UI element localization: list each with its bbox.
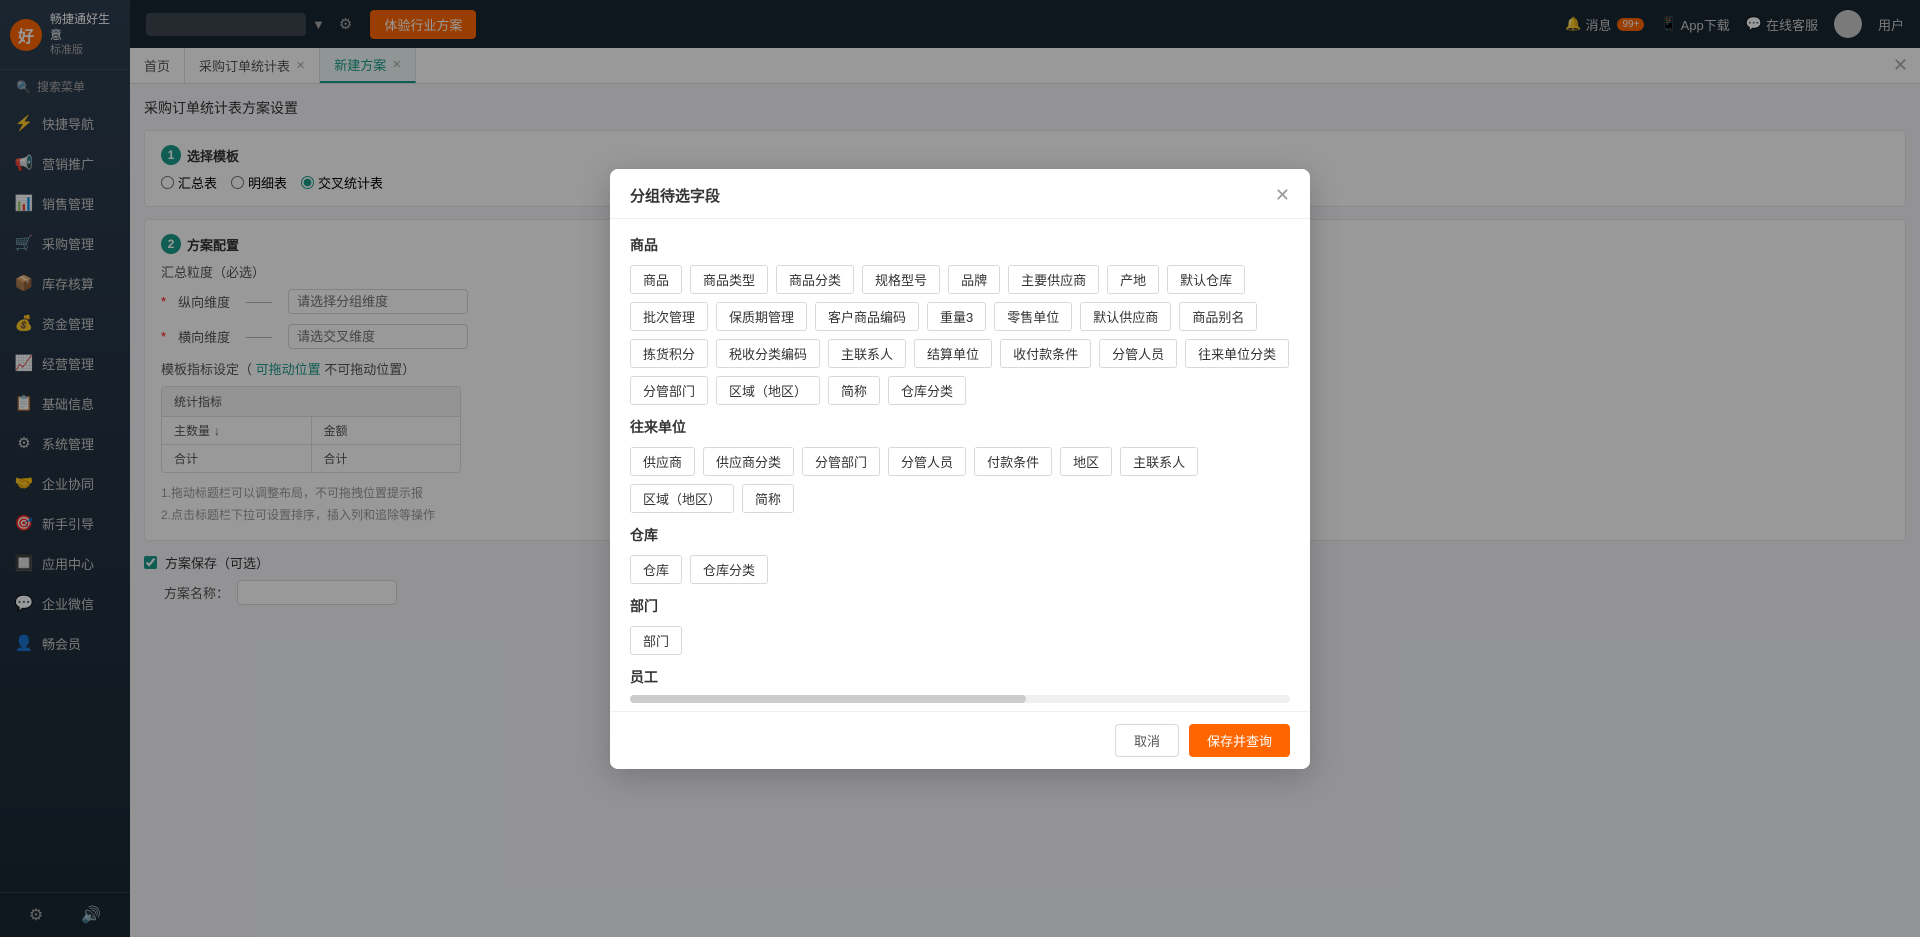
tag-item[interactable]: 供应商分类 — [703, 447, 794, 476]
tag-item[interactable]: 重量3 — [927, 302, 986, 331]
tag-grid-product: 商品商品类型商品分类规格型号品牌主要供应商产地默认仓库批次管理保质期管理客户商品… — [630, 265, 1290, 405]
section-title-warehouse: 仓库 — [630, 525, 1290, 545]
tag-item[interactable]: 收付款条件 — [1000, 339, 1091, 368]
tag-item[interactable]: 产地 — [1107, 265, 1159, 294]
tag-grid-department: 部门 — [630, 626, 1290, 655]
field-select-dialog: 分组待选字段 ✕ 商品商品商品类型商品分类规格型号品牌主要供应商产地默认仓库批次… — [610, 169, 1310, 769]
tag-item[interactable]: 结算单位 — [914, 339, 992, 368]
tag-item[interactable]: 主联系人 — [828, 339, 906, 368]
tag-item[interactable]: 主要供应商 — [1008, 265, 1099, 294]
tag-item[interactable]: 区域（地区） — [716, 376, 820, 405]
tag-item[interactable]: 商品类型 — [690, 265, 768, 294]
tag-item[interactable]: 品牌 — [948, 265, 1000, 294]
tag-item[interactable]: 分管部门 — [802, 447, 880, 476]
tag-item[interactable]: 拣货积分 — [630, 339, 708, 368]
scrollbar-thumb — [630, 695, 1026, 703]
tag-item[interactable]: 商品 — [630, 265, 682, 294]
section-title-product: 商品 — [630, 235, 1290, 255]
tag-item[interactable]: 仓库 — [630, 555, 682, 584]
dialog-close-btn[interactable]: ✕ — [1275, 185, 1290, 206]
dialog-overlay: 分组待选字段 ✕ 商品商品商品类型商品分类规格型号品牌主要供应商产地默认仓库批次… — [0, 0, 1920, 937]
scrollbar-track — [630, 695, 1290, 703]
tag-item[interactable]: 批次管理 — [630, 302, 708, 331]
tag-item[interactable]: 税收分类编码 — [716, 339, 820, 368]
tag-item[interactable]: 主联系人 — [1120, 447, 1198, 476]
tag-item[interactable]: 往来单位分类 — [1185, 339, 1289, 368]
confirm-button[interactable]: 保存并查询 — [1189, 724, 1290, 757]
dialog-body: 商品商品商品类型商品分类规格型号品牌主要供应商产地默认仓库批次管理保质期管理客户… — [610, 219, 1310, 691]
tag-item[interactable]: 部门 — [630, 626, 682, 655]
cancel-button[interactable]: 取消 — [1115, 724, 1179, 757]
tag-grid-partner: 供应商供应商分类分管部门分管人员付款条件地区主联系人区域（地区） 简称 — [630, 447, 1290, 513]
tag-grid-warehouse: 仓库仓库分类 — [630, 555, 1290, 584]
tag-item[interactable]: 地区 — [1060, 447, 1112, 476]
tag-item[interactable]: 仓库分类 — [888, 376, 966, 405]
tag-item[interactable]: 规格型号 — [862, 265, 940, 294]
section-title-partner: 往来单位 — [630, 417, 1290, 437]
tag-item[interactable]: 分管人员 — [1099, 339, 1177, 368]
tag-item[interactable]: 保质期管理 — [716, 302, 807, 331]
tag-item[interactable]: 商品分类 — [776, 265, 854, 294]
tag-item[interactable]: 供应商 — [630, 447, 695, 476]
tag-item[interactable]: 分管部门 — [630, 376, 708, 405]
dialog-footer: 取消 保存并查询 — [610, 711, 1310, 769]
dialog-title: 分组待选字段 — [630, 185, 720, 206]
dialog-header: 分组待选字段 ✕ — [610, 169, 1310, 219]
tag-item[interactable]: 默认供应商 — [1080, 302, 1171, 331]
tag-item[interactable]: 简称 — [828, 376, 880, 405]
section-title-department: 部门 — [630, 596, 1290, 616]
tag-item[interactable]: 付款条件 — [974, 447, 1052, 476]
section-title-employee: 员工 — [630, 667, 1290, 687]
tag-item[interactable]: 简称 — [742, 484, 794, 513]
tag-item[interactable]: 客户商品编码 — [815, 302, 919, 331]
dialog-scrollbar — [610, 691, 1310, 711]
tag-item[interactable]: 分管人员 — [888, 447, 966, 476]
tag-item[interactable]: 区域（地区） — [630, 484, 734, 513]
tag-item[interactable]: 默认仓库 — [1167, 265, 1245, 294]
tag-item[interactable]: 零售单位 — [994, 302, 1072, 331]
tag-item[interactable]: 仓库分类 — [690, 555, 768, 584]
tag-item[interactable]: 商品别名 — [1179, 302, 1257, 331]
